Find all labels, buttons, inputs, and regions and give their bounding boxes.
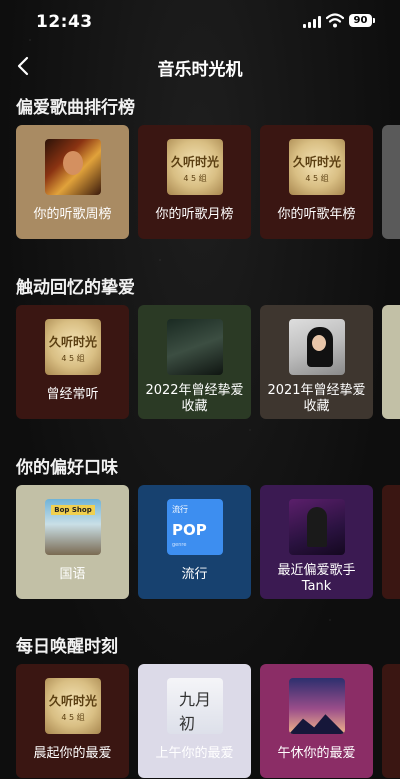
album-cover: 久听时光 4 5 组: [45, 678, 101, 734]
album-cover: [167, 319, 223, 375]
nav-bar: 音乐时光机: [0, 44, 400, 88]
card-2022-favorites[interactable]: 2022年曾经挚爱收藏: [138, 305, 251, 419]
card-next-partial[interactable]: [382, 305, 400, 419]
cover-subtitle: 4 5 组: [61, 713, 85, 722]
card-row: 久听时光 4 5 组 晨起你的最爱 九月初 上午你的最爱 午休你的最爱: [16, 664, 400, 778]
album-cover: [289, 678, 345, 734]
section-title: 每日唤醒时刻: [16, 637, 118, 657]
card-row: 你的听歌周榜 久听时光 4 5 组 你的听歌月榜 久听时光 4 5 组 你的听歌…: [16, 125, 400, 239]
card-pop[interactable]: 流行 POP genre 流行: [138, 485, 251, 599]
status-time: 12:43: [36, 12, 93, 32]
card-mandarin[interactable]: Bop Shop 国语: [16, 485, 129, 599]
card-label: 你的听歌年榜: [277, 207, 356, 222]
battery-tip: [373, 18, 375, 23]
card-next-partial[interactable]: [382, 664, 400, 778]
card-morning[interactable]: 久听时光 4 5 组 晨起你的最爱: [16, 664, 129, 778]
album-cover: 久听时光 4 5 组: [289, 139, 345, 195]
card-label: 你的听歌月榜: [155, 207, 234, 222]
card-forenoon[interactable]: 九月初 上午你的最爱: [138, 664, 251, 778]
page-title: 音乐时光机: [157, 60, 243, 80]
card-label: 流行: [181, 567, 208, 582]
album-cover: 久听时光 4 5 组: [45, 319, 101, 375]
cover-title: 久听时光: [170, 155, 219, 169]
album-cover: [289, 319, 345, 375]
cover-tag: 流行: [172, 505, 188, 514]
album-cover: 九月初: [167, 678, 223, 734]
album-cover: 流行 POP genre: [167, 499, 223, 555]
card-next-partial[interactable]: [382, 125, 400, 239]
section-title: 你的偏好口味: [16, 458, 118, 478]
album-cover: [289, 499, 345, 555]
card-next-partial[interactable]: [382, 485, 400, 599]
card-weekly-chart[interactable]: 你的听歌周榜: [16, 125, 129, 239]
wifi-icon: [326, 13, 344, 28]
cover-title: Bop Shop: [51, 505, 95, 515]
section-title: 触动回忆的挚爱: [16, 278, 135, 298]
album-cover: [45, 139, 101, 195]
card-label: 2021年曾经挚爱收藏: [267, 383, 366, 414]
cover-title: POP: [172, 521, 207, 539]
cellular-signal-icon: [303, 16, 323, 28]
cover-title: 久听时光: [48, 694, 97, 708]
card-label: 2022年曾经挚爱收藏: [145, 383, 244, 414]
battery-indicator: 90: [349, 14, 372, 27]
status-bar: 12:43 90: [0, 0, 400, 44]
cover-subtitle: 4 5 组: [183, 174, 207, 183]
cover-subtitle: 4 5 组: [305, 174, 329, 183]
card-label: 午休你的最爱: [277, 746, 356, 761]
card-row: 久听时光 4 5 组 曾经常听 2022年曾经挚爱收藏 2021年曾经挚爱收藏: [16, 305, 400, 419]
card-row: Bop Shop 国语 流行 POP genre 流行 最近偏爱歌手Tank: [16, 485, 400, 599]
card-label: 晨起你的最爱: [33, 746, 112, 761]
cover-title: 九月初: [179, 690, 212, 733]
card-favorite-artist[interactable]: 最近偏爱歌手Tank: [260, 485, 373, 599]
card-label: 国语: [59, 567, 86, 582]
section-title: 偏爱歌曲排行榜: [16, 98, 135, 118]
card-label: 你的听歌周榜: [33, 207, 112, 222]
cover-title: 久听时光: [292, 155, 341, 169]
card-label: 上午你的最爱: [155, 746, 234, 761]
card-2021-favorites[interactable]: 2021年曾经挚爱收藏: [260, 305, 373, 419]
card-label: 最近偏爱歌手Tank: [277, 563, 356, 594]
album-cover: 久听时光 4 5 组: [167, 139, 223, 195]
card-often-played[interactable]: 久听时光 4 5 组 曾经常听: [16, 305, 129, 419]
card-yearly-chart[interactable]: 久听时光 4 5 组 你的听歌年榜: [260, 125, 373, 239]
album-cover: Bop Shop: [45, 499, 101, 555]
cover-title: 久听时光: [48, 335, 97, 349]
card-label: 曾经常听: [46, 387, 99, 402]
card-noon-break[interactable]: 午休你的最爱: [260, 664, 373, 778]
card-monthly-chart[interactable]: 久听时光 4 5 组 你的听歌月榜: [138, 125, 251, 239]
cover-subtitle: genre: [172, 542, 187, 548]
cover-subtitle: 4 5 组: [61, 354, 85, 363]
